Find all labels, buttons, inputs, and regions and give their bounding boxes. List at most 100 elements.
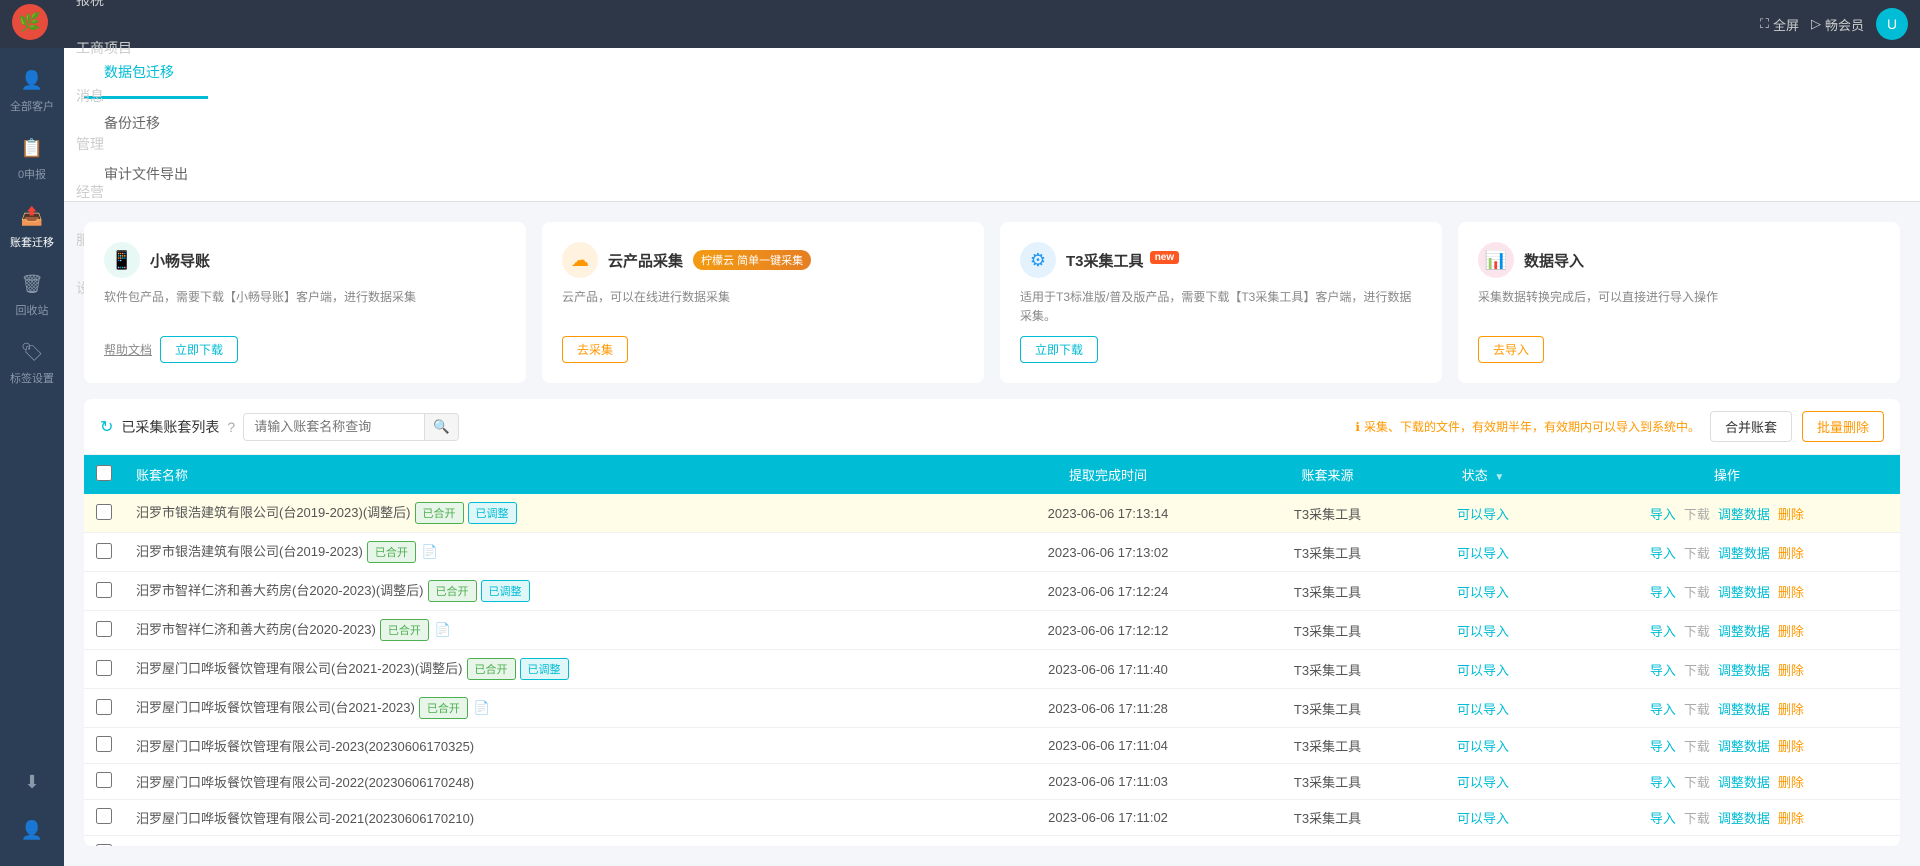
nav-item-经营[interactable]: 经营 — [62, 168, 146, 216]
action-导入[interactable]: 导入 — [1650, 507, 1676, 522]
fullscreen-icon: ⛶ — [1760, 16, 1769, 32]
action-删除[interactable]: 删除 — [1778, 507, 1804, 522]
row-tag-0: 已合开 — [415, 502, 464, 524]
row-actions: 导入下载调整数据删除 — [1554, 836, 1900, 846]
th-source: 账套来源 — [1243, 455, 1413, 494]
status-ok-text: 可以导入 — [1457, 739, 1509, 754]
row-checkbox-1[interactable] — [96, 543, 112, 559]
action-下载[interactable]: 下载 — [1684, 739, 1710, 754]
action-导入[interactable]: 导入 — [1650, 663, 1676, 678]
xiaochu-download-button[interactable]: 立即下载 — [160, 336, 238, 363]
fullscreen-button[interactable]: ⛶ 全屏 — [1760, 15, 1799, 34]
row-checkbox-6[interactable] — [96, 736, 112, 752]
action-删除[interactable]: 删除 — [1778, 702, 1804, 717]
status-sort-icon[interactable]: ▼ — [1494, 472, 1504, 483]
batch-delete-button[interactable]: 批量删除 — [1802, 411, 1884, 442]
row-checkbox-cell — [84, 611, 124, 650]
action-删除[interactable]: 删除 — [1778, 546, 1804, 561]
row-checkbox-7[interactable] — [96, 772, 112, 788]
select-all-checkbox[interactable] — [96, 465, 112, 481]
action-下载[interactable]: 下载 — [1684, 507, 1710, 522]
action-下载[interactable]: 下载 — [1684, 546, 1710, 561]
action-删除[interactable]: 删除 — [1778, 775, 1804, 790]
nav-item-工商项目[interactable]: 工商项目 — [62, 24, 146, 72]
sidebar-item-4[interactable]: 🏷标签设置 — [10, 328, 54, 396]
profile-icon: 👤 — [18, 816, 46, 844]
logo[interactable]: 🌿 — [12, 4, 52, 44]
table-row: 汨罗市银浩建筑有限公司(台2019-2023)已合开📄2023-06-06 17… — [84, 533, 1900, 572]
action-调整数据[interactable]: 调整数据 — [1718, 811, 1770, 826]
action-调整数据[interactable]: 调整数据 — [1718, 624, 1770, 639]
help-icon[interactable]: ? — [227, 419, 235, 435]
action-调整数据[interactable]: 调整数据 — [1718, 585, 1770, 600]
sidebar-item-1[interactable]: 📋0申报 — [10, 124, 54, 192]
action-导入[interactable]: 导入 — [1650, 546, 1676, 561]
import-actions: 去导入 — [1478, 336, 1880, 363]
action-导入[interactable]: 导入 — [1650, 739, 1676, 754]
cloud-collect-button[interactable]: 去采集 — [562, 336, 628, 363]
top-nav: 🌿 首页客户收费票据new记账报税工商项目消息管理经营服务设置 ⛶ 全屏 ▷ 畅… — [0, 0, 1920, 48]
file-icon[interactable]: 📄 — [422, 544, 438, 559]
cloud-icon: ☁ — [562, 242, 598, 278]
action-调整数据[interactable]: 调整数据 — [1718, 663, 1770, 678]
card-header-cloud: ☁ 云产品采集 柠檬云 简单一键采集 — [562, 242, 964, 278]
action-调整数据[interactable]: 调整数据 — [1718, 739, 1770, 754]
t3-download-button[interactable]: 立即下载 — [1020, 336, 1098, 363]
sidebar-label-1: 0申报 — [18, 166, 46, 182]
action-删除[interactable]: 删除 — [1778, 811, 1804, 826]
action-导入[interactable]: 导入 — [1650, 702, 1676, 717]
row-actions: 导入下载调整数据删除 — [1554, 689, 1900, 728]
row-checkbox-8[interactable] — [96, 808, 112, 824]
sidebar-item-download[interactable]: ⬇ — [18, 758, 46, 806]
xiaochu-help-link[interactable]: 帮助文档 — [104, 341, 152, 358]
row-checkbox-3[interactable] — [96, 621, 112, 637]
table-row: 汨罗屋门口哗坂餐饮管理有限公司(台2021-2023)(调整后)已合开已调整20… — [84, 650, 1900, 689]
nav-item-报税[interactable]: 报税 — [62, 0, 146, 24]
action-调整数据[interactable]: 调整数据 — [1718, 546, 1770, 561]
sidebar-item-3[interactable]: 🗑回收站 — [10, 260, 54, 328]
row-checkbox-2[interactable] — [96, 582, 112, 598]
toolbar-left: ↻ 已采集账套列表 ? 🔍 — [100, 413, 459, 441]
action-导入[interactable]: 导入 — [1650, 585, 1676, 600]
action-删除[interactable]: 删除 — [1778, 624, 1804, 639]
search-button[interactable]: 🔍 — [424, 414, 458, 440]
row-checkbox-4[interactable] — [96, 660, 112, 676]
avatar[interactable]: U — [1876, 8, 1908, 40]
file-icon[interactable]: 📄 — [474, 700, 490, 715]
sidebar-item-2[interactable]: 📤账套迁移 — [10, 192, 54, 260]
nav-item-消息[interactable]: 消息 — [62, 72, 146, 120]
sidebar-bottom: ⬇ 👤 — [18, 758, 46, 866]
action-下载[interactable]: 下载 — [1684, 585, 1710, 600]
file-icon[interactable]: 📄 — [435, 622, 451, 637]
action-调整数据[interactable]: 调整数据 — [1718, 702, 1770, 717]
action-下载[interactable]: 下载 — [1684, 702, 1710, 717]
row-tag-0: 已合开 — [419, 697, 468, 719]
sidebar-item-0[interactable]: 👤全部客户 — [10, 56, 54, 124]
action-删除[interactable]: 删除 — [1778, 585, 1804, 600]
action-导入[interactable]: 导入 — [1650, 624, 1676, 639]
row-checkbox-5[interactable] — [96, 699, 112, 715]
member-button[interactable]: ▷ 畅会员 — [1811, 15, 1864, 34]
action-调整数据[interactable]: 调整数据 — [1718, 507, 1770, 522]
status-ok-text: 可以导入 — [1457, 585, 1509, 600]
action-下载[interactable]: 下载 — [1684, 811, 1710, 826]
action-删除[interactable]: 删除 — [1778, 663, 1804, 678]
sidebar-item-profile[interactable]: 👤 — [18, 806, 46, 854]
action-导入[interactable]: 导入 — [1650, 775, 1676, 790]
action-删除[interactable]: 删除 — [1778, 739, 1804, 754]
action-下载[interactable]: 下载 — [1684, 624, 1710, 639]
action-调整数据[interactable]: 调整数据 — [1718, 775, 1770, 790]
action-导入[interactable]: 导入 — [1650, 811, 1676, 826]
cloud-desc: 云产品，可以在线进行数据采集 — [562, 288, 964, 326]
import-go-button[interactable]: 去导入 — [1478, 336, 1544, 363]
nav-item-管理[interactable]: 管理 — [62, 120, 146, 168]
search-input[interactable] — [244, 414, 424, 439]
row-checkbox-9[interactable] — [96, 844, 112, 846]
row-actions: 导入下载调整数据删除 — [1554, 728, 1900, 764]
refresh-icon[interactable]: ↻ — [100, 417, 113, 437]
merge-button[interactable]: 合并账套 — [1710, 411, 1792, 442]
action-下载[interactable]: 下载 — [1684, 775, 1710, 790]
table-wrapper: 账套名称 提取完成时间 账套来源 状态 ▼ 操作 汨罗市银浩建筑有限公司(台20… — [84, 455, 1900, 846]
action-下载[interactable]: 下载 — [1684, 663, 1710, 678]
row-checkbox-0[interactable] — [96, 504, 112, 520]
